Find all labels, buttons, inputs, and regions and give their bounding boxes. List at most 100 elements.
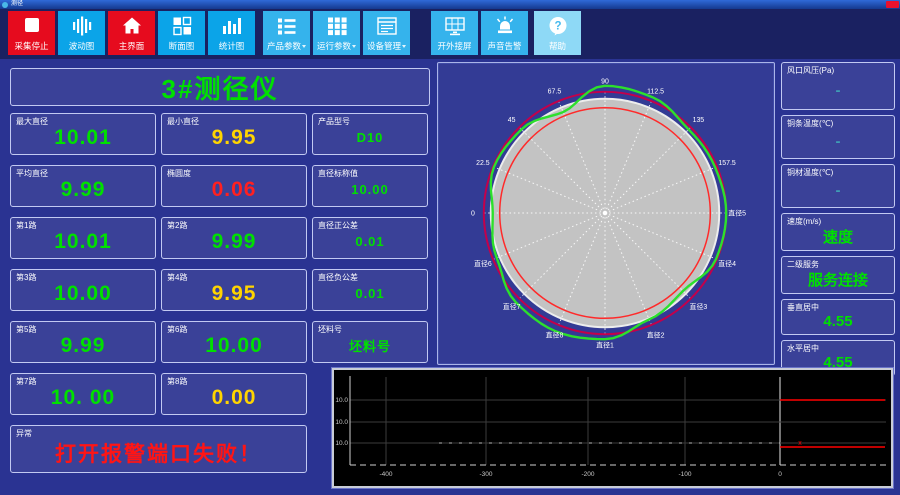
toolbar-button-label: 开外接屏 (437, 41, 472, 51)
status-label: 水平居中 (787, 344, 819, 353)
measurement-box: 直径负公差 0.01 (312, 269, 428, 311)
svg-text:-400: -400 (379, 471, 392, 478)
svg-text:直径8: 直径8 (546, 331, 564, 340)
svg-text:10.0: 10.0 (335, 440, 348, 447)
chevron-down-icon (302, 45, 306, 48)
measurement-box: 最大直径 10.01 (10, 113, 156, 155)
grid-icon (324, 11, 350, 40)
list-icon (274, 11, 300, 40)
status-box: 风口风压(Pa) - (781, 62, 895, 110)
measurement-label: 产品型号 (318, 117, 350, 126)
trend-chart: 10.0 10.0 10.0 -400 -300 -200 -100 0 x (334, 370, 891, 486)
status-box: 垂直居中 4.55 (781, 299, 895, 335)
close-icon[interactable] (886, 1, 899, 8)
status-label: 速度(m/s) (787, 217, 822, 226)
status-box: 铜条温度(℃) - (781, 115, 895, 159)
measurement-label: 第1路 (16, 221, 37, 230)
measurement-box: 第8路 0.00 (161, 373, 307, 415)
screen-icon (442, 11, 468, 40)
trend-chart-panel: 10.0 10.0 10.0 -400 -300 -200 -100 0 x (331, 367, 894, 489)
toolbar-button-label: 统计图 (218, 41, 245, 51)
measurement-label: 直径负公差 (318, 273, 358, 282)
quad-icon (169, 11, 195, 40)
toolbar-button-label: 帮助 (548, 41, 566, 51)
measurement-box: 产品型号 D10 (312, 113, 428, 155)
polar-chart: 0 22.5 45 67.5 90 112.5 135 157.5 直径5 直径4 直径3 直径2 直径… (471, 78, 746, 350)
measurement-label: 第5路 (16, 325, 37, 334)
measurement-label: 平均直径 (16, 169, 48, 178)
svg-text:x: x (798, 440, 802, 447)
alarm-label: 异常 (16, 429, 32, 438)
bar-chart-icon (219, 11, 245, 40)
status-box: 二级服务 服务连接 (781, 256, 895, 294)
toolbar-button-product-params[interactable]: 产品参数 (263, 11, 310, 55)
measurement-box: 第6路 10.00 (161, 321, 307, 363)
measurement-box: 第3路 10.00 (10, 269, 156, 311)
status-label: 风口风压(Pa) (787, 66, 835, 75)
status-label: 垂直居中 (787, 303, 819, 312)
toolbar-button-external-screen[interactable]: 开外接屏 (431, 11, 478, 55)
window-icon (374, 11, 400, 40)
measurement-box: 平均直径 9.99 (10, 165, 156, 207)
waveform-icon (69, 11, 95, 40)
measurement-label: 坯料号 (318, 325, 342, 334)
svg-text:-200: -200 (581, 471, 594, 478)
measurement-box: 第1路 10.01 (10, 217, 156, 259)
svg-text:135: 135 (693, 117, 705, 124)
svg-text:直径6: 直径6 (474, 259, 492, 268)
status-box: 铜材温度(℃) - (781, 164, 895, 208)
siren-icon (492, 11, 518, 40)
svg-text:0: 0 (778, 471, 782, 478)
toolbar-button-section-chart[interactable]: 断面图 (158, 11, 205, 55)
status-label: 铜材温度(℃) (787, 168, 834, 177)
measurement-box: 第5路 9.99 (10, 321, 156, 363)
svg-text:直径7: 直径7 (503, 302, 521, 311)
svg-text:直径3: 直径3 (690, 302, 708, 311)
status-box: 速度(m/s) 速度 (781, 213, 895, 251)
window-title: 测径 (11, 1, 24, 7)
measurement-label: 第2路 (167, 221, 188, 230)
chevron-down-icon (402, 45, 406, 48)
toolbar-button-help[interactable]: ? 帮助 (534, 11, 581, 55)
svg-text:112.5: 112.5 (647, 88, 664, 95)
measurement-label: 第3路 (16, 273, 37, 282)
svg-text:-300: -300 (479, 471, 492, 478)
toolbar-button-label: 采集停止 (14, 41, 49, 51)
measurement-label: 直径正公差 (318, 221, 358, 230)
toolbar-button-label: 主界面 (118, 41, 145, 51)
measurement-box: 椭圆度 0.06 (161, 165, 307, 207)
measurement-label: 第7路 (16, 377, 37, 386)
toolbar-button-wave-chart[interactable]: 波动图 (58, 11, 105, 55)
toolbar-button-label: 运行参数 (317, 40, 356, 52)
toolbar-button-run-params[interactable]: 运行参数 (313, 11, 360, 55)
measurement-box: 最小直径 9.95 (161, 113, 307, 155)
measurement-box: 坯料号 坯料号 (312, 321, 428, 363)
measurement-label: 椭圆度 (167, 169, 191, 178)
alarm-box: 异常打开报警端口失败！ (10, 425, 307, 473)
svg-text:直径1: 直径1 (596, 341, 614, 350)
titlebar: 测径 (0, 0, 900, 9)
toolbar-button-device-manage[interactable]: 设备管理 (363, 11, 410, 55)
gauge-title: 3#测径仪 (161, 73, 279, 104)
svg-text:90: 90 (601, 78, 609, 85)
svg-text:10.0: 10.0 (335, 397, 348, 404)
toolbar-button-label: 设备管理 (367, 40, 406, 52)
measurement-label: 最大直径 (16, 117, 48, 126)
alarm-message: 打开报警端口失败！ (55, 443, 262, 466)
toolbar-button-stats-chart[interactable]: 统计图 (208, 11, 255, 55)
toolbar-button-label: 产品参数 (267, 40, 306, 52)
toolbar-button-main-screen[interactable]: 主界面 (108, 11, 155, 55)
svg-text:直径2: 直径2 (647, 331, 665, 340)
svg-text:0: 0 (471, 210, 475, 217)
status-column: 风口风压(Pa) - 铜条温度(℃) - 铜材温度(℃) - 速度(m/s) 速度 二级服务 服务… (781, 62, 895, 376)
app-window: 测径 采集停止 波动图 主界面 断面图 统计图 产品参数 运行参数 设备管理 开外接屏 声音告警?… (0, 0, 900, 495)
measurement-box: 第7路 10. 00 (10, 373, 156, 415)
measurement-label: 第8路 (167, 377, 188, 386)
home-icon (119, 11, 145, 40)
measurement-box: 第4路 9.95 (161, 269, 307, 311)
svg-text:22.5: 22.5 (476, 160, 490, 167)
toolbar-button-stop-capture[interactable]: 采集停止 (8, 11, 55, 55)
toolbar-button-label: 声音告警 (487, 41, 522, 51)
polar-chart-panel: 0 22.5 45 67.5 90 112.5 135 157.5 直径5 直径4 直径3 直径2 直径… (437, 62, 775, 365)
toolbar-button-sound-alarm[interactable]: 声音告警 (481, 11, 528, 55)
